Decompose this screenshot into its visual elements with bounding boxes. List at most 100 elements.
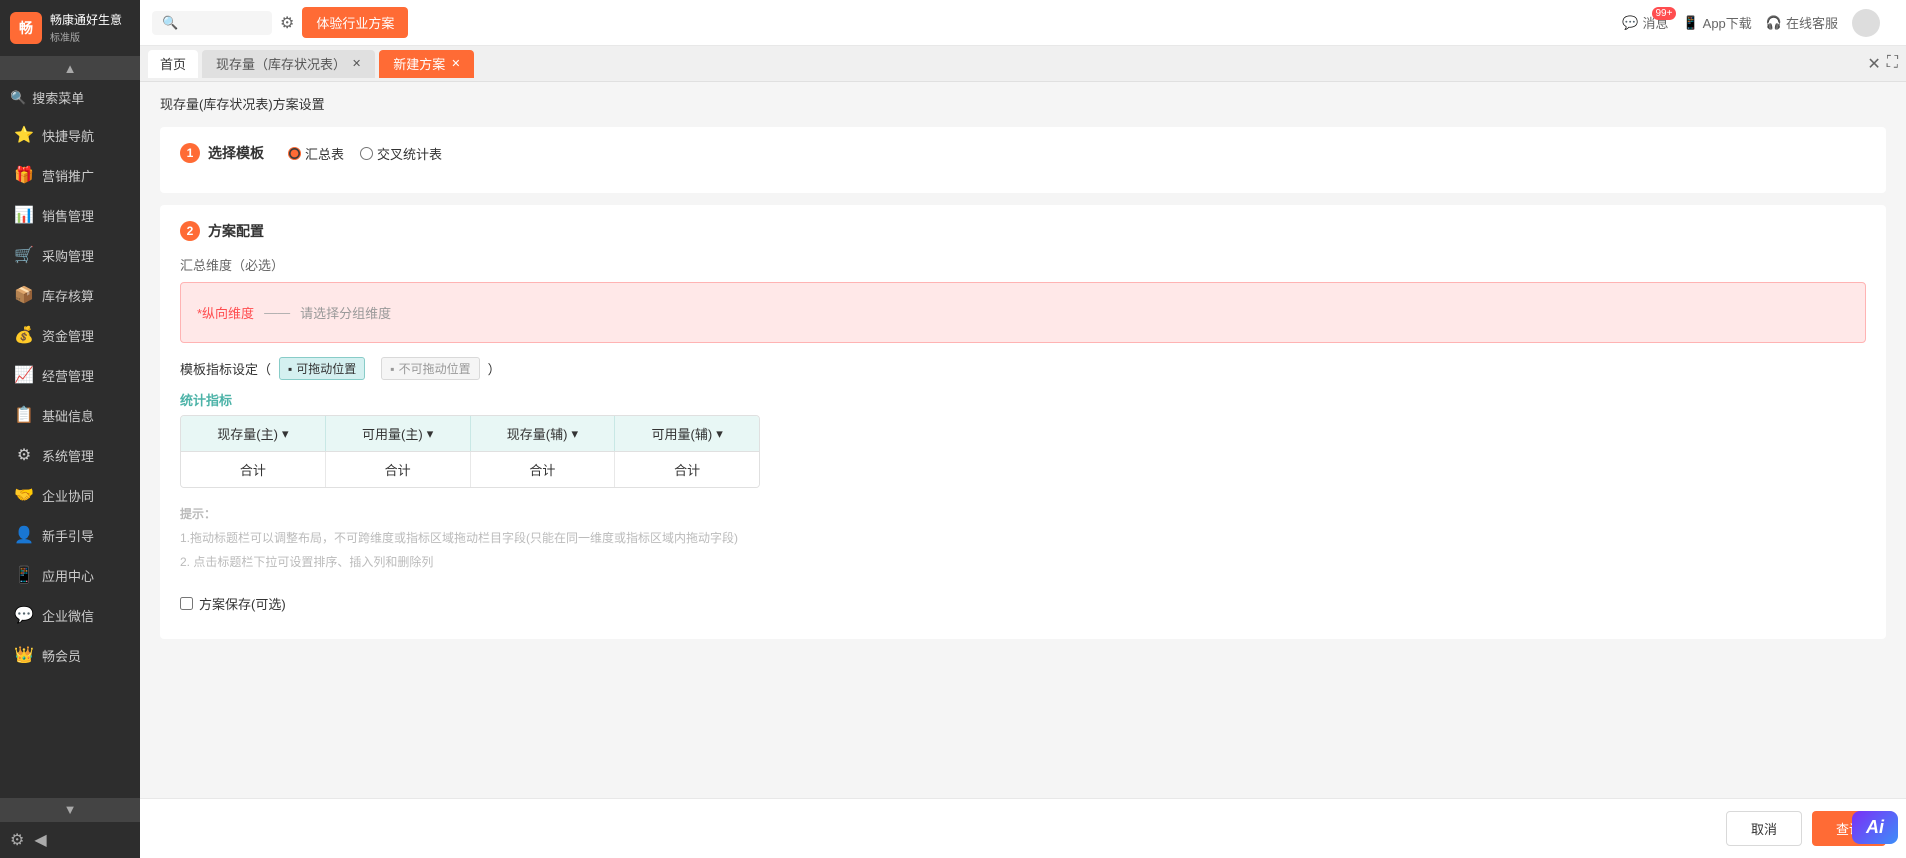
stats-cell-col2: 合计 (326, 452, 471, 487)
indicator-settings-label: 模板指标设定（ (180, 359, 271, 378)
stats-table: 现存量(主) ▾ 可用量(主) ▾ 现存量(辅) ▾ 可用量(辅) (180, 415, 760, 488)
stats-section-title: 统计指标 (180, 390, 1866, 409)
chat-icon: 💬 (14, 605, 34, 625)
money-icon: 💰 (14, 325, 34, 345)
radio-summary-input[interactable] (288, 147, 301, 160)
dropdown-icon-col4: ▾ (716, 426, 723, 442)
step1-section: 1 选择模板 汇总表 交叉统计表 (160, 127, 1886, 193)
tab-inventory[interactable]: 现存量（库存状况表） ✕ (202, 50, 375, 78)
tips-section: 提示： 1.拖动标题栏可以调整布局，不可跨维度或指标区域拖动栏目字段(只能在同一… (180, 502, 1866, 574)
tab-home[interactable]: 首页 (148, 50, 198, 78)
user-avatar[interactable] (1852, 9, 1880, 37)
sidebar: 畅 畅康通好生意 标准版 ▲ 🔍 搜索菜单 ⭐ 快捷导航 🎁 营销推广 📊 销售… (0, 0, 140, 858)
radio-cross-input[interactable] (360, 147, 373, 160)
sidebar-item-procurement[interactable]: 🛒 采购管理 (0, 235, 140, 275)
home-tab-label: 首页 (160, 54, 186, 73)
app-icon: 📱 (1682, 15, 1698, 31)
box-icon: 📦 (14, 285, 34, 305)
sidebar-item-cooperation[interactable]: 🤝 企业协同 (0, 475, 140, 515)
save-option-checkbox[interactable] (180, 597, 193, 610)
sidebar-logo-text: 畅康通好生意 标准版 (50, 12, 122, 44)
dimension-area[interactable]: *纵向维度 —— 请选择分组维度 (180, 282, 1866, 343)
sidebar-scroll-down[interactable]: ▼ (0, 798, 140, 821)
tab-new-plan[interactable]: 新建方案 ✕ (379, 50, 474, 78)
step1-header: 1 选择模板 汇总表 交叉统计表 (180, 143, 1866, 163)
sidebar-item-basic-info[interactable]: 📋 基础信息 (0, 395, 140, 435)
window-close-icon[interactable]: ✕ (1867, 54, 1880, 74)
trial-button[interactable]: 体验行业方案 (302, 7, 408, 38)
non-draggable-icon: ▪ (390, 362, 394, 376)
cart-icon: 🛒 (14, 245, 34, 265)
sidebar-item-member[interactable]: 👑 畅会员 (0, 635, 140, 675)
dimension-required: *纵向维度 (197, 303, 254, 322)
step2-badge: 2 (180, 221, 200, 241)
sidebar-logo: 畅 畅康通好生意 标准版 (0, 0, 140, 57)
sidebar-item-operations[interactable]: 📈 经营管理 (0, 355, 140, 395)
sidebar-item-quick-nav[interactable]: ⭐ 快捷导航 (0, 115, 140, 155)
sidebar-item-inventory[interactable]: 📦 库存核算 (0, 275, 140, 315)
step2-header: 2 方案配置 (180, 221, 1866, 241)
step1-badge: 1 (180, 143, 200, 163)
collapse-icon[interactable]: ◀ (34, 830, 46, 850)
tab-bar: 首页 现存量（库存状况表） ✕ 新建方案 ✕ ✕ ⛶ (140, 46, 1906, 82)
inventory-tab-close[interactable]: ✕ (352, 57, 361, 70)
messages-badge: 99+ (1652, 7, 1677, 20)
settings-bottom-icon[interactable]: ⚙ (10, 830, 24, 850)
sidebar-item-new-guide[interactable]: 👤 新手引导 (0, 515, 140, 555)
handshake-icon: 🤝 (14, 485, 34, 505)
tips-title: 提示： (180, 507, 216, 521)
inventory-tab-label: 现存量（库存状况表） (216, 54, 346, 73)
sidebar-search-item[interactable]: 🔍 搜索菜单 (0, 80, 140, 115)
cancel-button[interactable]: 取消 (1726, 811, 1802, 846)
dropdown-icon-col1: ▾ (282, 426, 289, 442)
sidebar-item-system[interactable]: ⚙ 系统管理 (0, 435, 140, 475)
operations-icon: 📈 (14, 365, 34, 385)
sidebar-item-sales[interactable]: 📊 销售管理 (0, 195, 140, 235)
new-plan-tab-close[interactable]: ✕ (451, 57, 460, 70)
chart-icon: 📊 (14, 205, 34, 225)
headset-icon: 🎧 (1766, 15, 1782, 31)
dimension-placeholder: 请选择分组维度 (300, 303, 391, 322)
topbar-right: 💬 消息 99+ 📱 App下载 🎧 在线客服 (1622, 9, 1894, 37)
clipboard-icon: 📋 (14, 405, 34, 425)
sidebar-item-app-center[interactable]: 📱 应用中心 (0, 555, 140, 595)
search-icon: 🔍 (10, 90, 26, 106)
gear-icon: ⚙ (14, 445, 34, 465)
draggable-icon: ▪ (288, 362, 292, 376)
sidebar-item-marketing[interactable]: 🎁 营销推广 (0, 155, 140, 195)
save-option-label: 方案保存(可选) (199, 594, 286, 613)
new-plan-tab-label: 新建方案 (393, 54, 445, 73)
topbar-settings-icon[interactable]: ⚙ (280, 13, 294, 33)
sidebar-item-finance[interactable]: 💰 资金管理 (0, 315, 140, 355)
radio-summary[interactable]: 汇总表 (288, 144, 344, 163)
stats-data-row: 合计 合计 合计 合计 (181, 451, 759, 487)
tips-item-2: 2. 点击标题栏下拉可设置排序、插入列和删除列 (180, 550, 1866, 574)
mobile-icon: 📱 (14, 565, 34, 585)
stats-header-col1[interactable]: 现存量(主) ▾ (181, 416, 326, 451)
stats-header-col3[interactable]: 现存量(辅) ▾ (471, 416, 616, 451)
dropdown-icon-col2: ▾ (427, 426, 434, 442)
stats-header-col4[interactable]: 可用量(辅) ▾ (615, 416, 759, 451)
stats-header-col2[interactable]: 可用量(主) ▾ (326, 416, 471, 451)
stats-cell-col4: 合计 (615, 452, 759, 487)
app-download-button[interactable]: 📱 App下载 (1682, 13, 1751, 32)
topbar-search-area[interactable]: 🔍 (152, 11, 272, 35)
page-title: 现存量(库存状况表)方案设置 (160, 94, 1886, 113)
sidebar-scroll-up[interactable]: ▲ (0, 57, 140, 80)
template-radio-group: 汇总表 交叉统计表 (288, 144, 442, 163)
radio-cross[interactable]: 交叉统计表 (360, 144, 442, 163)
sidebar-bottom: ⚙ ◀ (0, 821, 140, 858)
messages-button[interactable]: 💬 消息 99+ (1622, 13, 1668, 32)
stats-header-row: 现存量(主) ▾ 可用量(主) ▾ 现存量(辅) ▾ 可用量(辅) (181, 416, 759, 451)
service-button[interactable]: 🎧 在线客服 (1766, 13, 1838, 32)
window-expand-icon[interactable]: ⛶ (1887, 54, 1898, 74)
step2-section: 2 方案配置 汇总维度（必选） *纵向维度 —— 请选择分组维度 模板指标设定（… (160, 205, 1886, 639)
ai-badge[interactable]: Ai (1852, 811, 1898, 844)
dropdown-icon-col3: ▾ (571, 426, 578, 442)
sidebar-item-wechat[interactable]: 💬 企业微信 (0, 595, 140, 635)
message-icon: 💬 (1622, 15, 1638, 31)
step1-title: 选择模板 (208, 143, 264, 163)
dimension-label: 汇总维度（必选） (180, 255, 1866, 274)
draggable-indicator: ▪ 可拖动位置 (279, 357, 365, 380)
search-icon-topbar: 🔍 (162, 15, 178, 31)
